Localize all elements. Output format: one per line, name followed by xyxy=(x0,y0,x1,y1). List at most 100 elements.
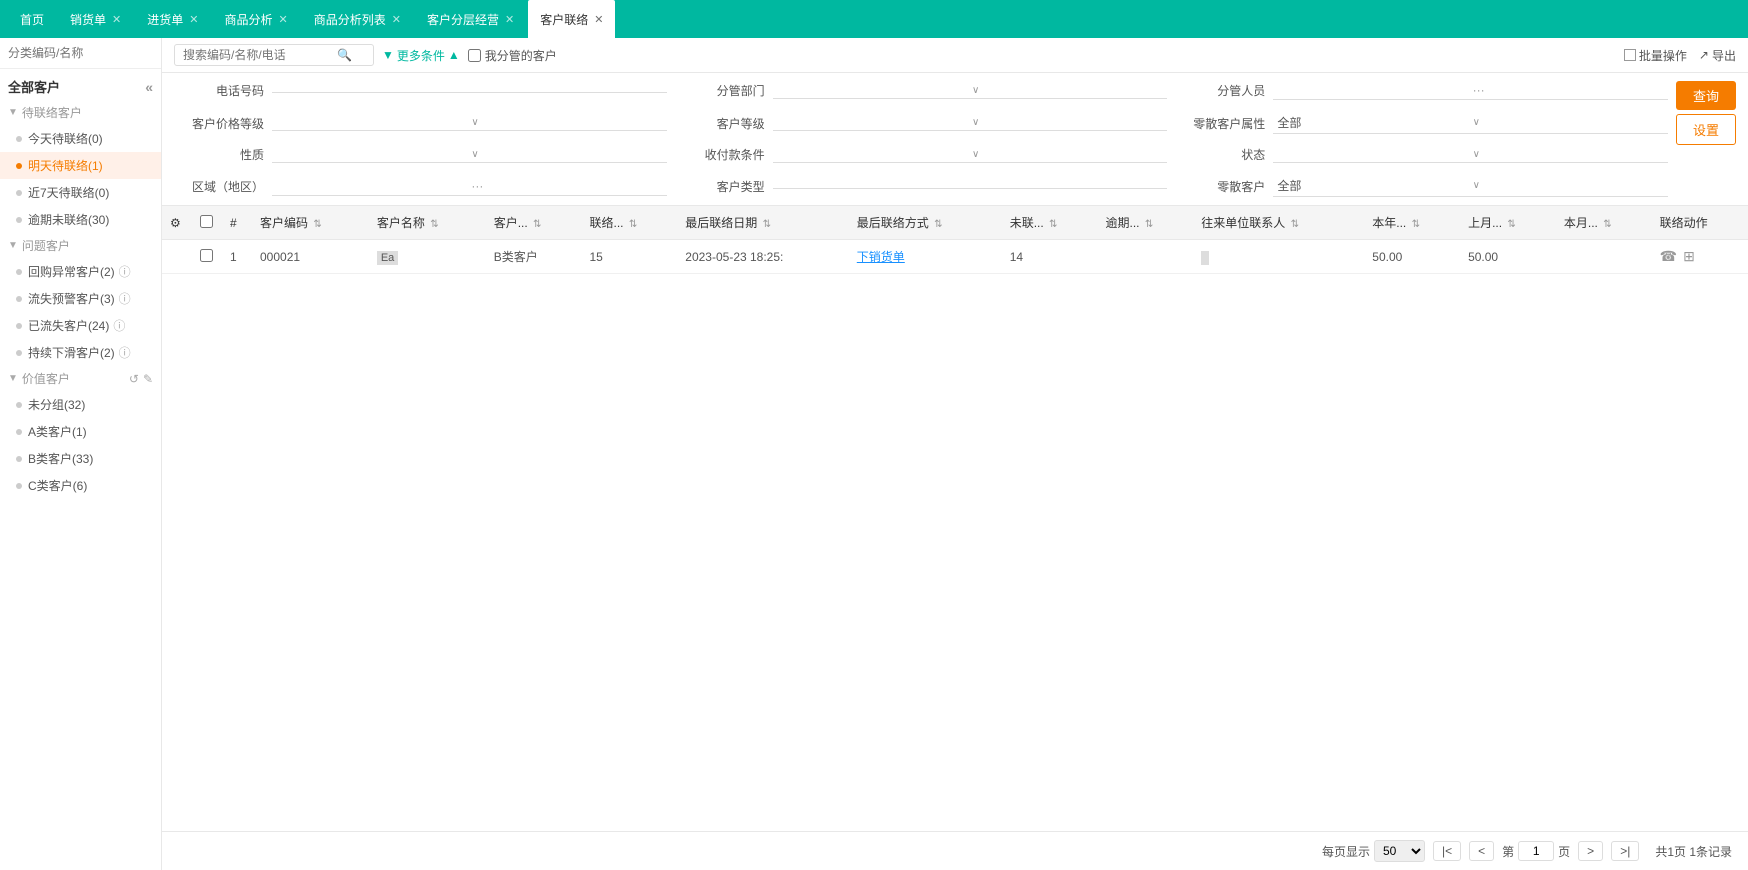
sidebar-search-input[interactable] xyxy=(8,46,162,60)
cell-settings xyxy=(162,240,192,274)
filter-customer-grade-label: 客户等级 xyxy=(675,115,765,132)
edit-icon[interactable]: ✎ xyxy=(143,372,153,386)
sort-icon: ⇅ xyxy=(1603,219,1611,230)
phone-icon[interactable]: ☎ xyxy=(1660,248,1677,265)
refresh-icon[interactable]: ↺ xyxy=(129,372,139,386)
cell-not-contacted: 14 xyxy=(1002,240,1098,274)
filter-person-field[interactable]: ··· xyxy=(1273,81,1668,100)
close-icon[interactable]: ✕ xyxy=(189,13,198,26)
export-button[interactable]: ↗ 导出 xyxy=(1699,47,1736,64)
sidebar-item-churned[interactable]: 已流失客户(24) ⓘ xyxy=(0,312,161,339)
sidebar-item-tomorrow[interactable]: 明天待联络(1) xyxy=(0,152,161,179)
more-filter-button[interactable]: ▼ 更多条件 ▲ xyxy=(382,47,460,64)
col-contacts[interactable]: 联络... ⇅ xyxy=(581,206,677,240)
col-this-year[interactable]: 本年... ⇅ xyxy=(1364,206,1460,240)
last-page-button[interactable]: >| xyxy=(1611,841,1639,861)
sort-icon: ⇅ xyxy=(430,219,438,230)
chevron-down-icon: ∨ xyxy=(972,117,1163,128)
col-last-date[interactable]: 最后联络日期 ⇅ xyxy=(677,206,849,240)
col-last-month[interactable]: 上月... ⇅ xyxy=(1460,206,1556,240)
search-icon[interactable]: 🔍 xyxy=(337,48,352,62)
filter-retail-attr-field[interactable]: 全部 ∨ xyxy=(1273,112,1668,134)
filter-row-1: 电话号码 分管部门 ∨ xyxy=(174,81,1668,100)
filter-price-grade-field[interactable]: ∨ xyxy=(272,115,667,131)
more-icon[interactable]: ··· xyxy=(471,179,662,193)
settings-button[interactable]: 设置 xyxy=(1676,114,1736,145)
filter-nature-label: 性质 xyxy=(174,146,264,163)
filter-customer-grade-field[interactable]: ∨ xyxy=(773,115,1168,131)
col-last-method[interactable]: 最后联络方式 ⇅ xyxy=(849,206,1002,240)
close-icon[interactable]: ✕ xyxy=(112,13,121,26)
filter-type-field[interactable] xyxy=(773,184,1168,189)
nav-home[interactable]: 首页 xyxy=(8,0,56,38)
cell-last-method[interactable]: 下销货单 xyxy=(849,240,1002,274)
sidebar-item-ungrouped[interactable]: 未分组(32) xyxy=(0,391,161,418)
nav-sales-order[interactable]: 销货单 ✕ xyxy=(58,0,133,38)
nav-product-analysis-list[interactable]: 商品分析列表 ✕ xyxy=(302,0,413,38)
col-settings[interactable]: ⚙ xyxy=(162,206,192,240)
prev-page-button[interactable]: < xyxy=(1469,841,1494,861)
close-icon[interactable]: ✕ xyxy=(505,13,514,26)
filter-region-field[interactable]: ··· xyxy=(272,177,667,196)
pagination: 每页显示 50 20 100 |< < 第 页 > >| 共1页 1条记录 xyxy=(162,831,1748,870)
next-page-button[interactable]: > xyxy=(1578,841,1603,861)
sidebar-item-7days[interactable]: 近7天待联络(0) xyxy=(0,179,161,206)
per-page-select[interactable]: 50 20 100 xyxy=(1374,840,1425,862)
filter-payment-label: 收付款条件 xyxy=(675,146,765,163)
cell-checkbox[interactable] xyxy=(192,240,222,274)
sidebar-item-declining[interactable]: 持续下滑客户(2) ⓘ xyxy=(0,339,161,366)
sidebar-item-churn-warning[interactable]: 流失预警客户(3) ⓘ xyxy=(0,285,161,312)
filter-payment-field[interactable]: ∨ xyxy=(773,147,1168,163)
sidebar-item-overdue[interactable]: 逾期未联络(30) xyxy=(0,206,161,233)
row-checkbox[interactable] xyxy=(200,249,213,262)
col-checkbox[interactable] xyxy=(192,206,222,240)
col-code[interactable]: 客户编码 ⇅ xyxy=(252,206,369,240)
all-customers-label[interactable]: 全部客户 xyxy=(8,77,60,96)
dot-icon xyxy=(16,402,22,408)
batch-operation-button[interactable]: 批量操作 xyxy=(1624,47,1687,64)
grid-icon[interactable]: ⊞ xyxy=(1683,248,1695,265)
close-icon[interactable]: ✕ xyxy=(392,13,401,26)
sidebar-item-abnormal[interactable]: 回购异常客户(2) ⓘ xyxy=(0,258,161,285)
my-customers-checkbox-label[interactable]: 我分管的客户 xyxy=(468,47,557,64)
close-icon[interactable]: ✕ xyxy=(594,13,603,26)
dot-icon xyxy=(16,323,22,329)
select-all-checkbox[interactable] xyxy=(200,215,213,228)
filter-nature-field[interactable]: ∨ xyxy=(272,147,667,163)
last-contact-method-link[interactable]: 下销货单 xyxy=(857,250,905,264)
filter-price-grade-section: 客户价格等级 ∨ xyxy=(174,115,667,132)
section-problem-title: ▼ 问题客户 xyxy=(0,233,161,258)
col-this-month[interactable]: 本月... ⇅ xyxy=(1556,206,1652,240)
sidebar-item-class-a[interactable]: A类客户(1) xyxy=(0,418,161,445)
col-company-contact[interactable]: 往来单位联系人 ⇅ xyxy=(1193,206,1364,240)
filter-customer-grade-section: 客户等级 ∨ xyxy=(675,115,1168,132)
sort-icon: ⇅ xyxy=(629,219,637,230)
nav-purchase-order[interactable]: 进货单 ✕ xyxy=(135,0,210,38)
filter-status-field[interactable]: ∨ xyxy=(1273,147,1668,163)
filter-row-4: 区域（地区） ··· 客户类型 xyxy=(174,175,1668,197)
col-overdue[interactable]: 逾期... ⇅ xyxy=(1098,206,1194,240)
col-name[interactable]: 客户名称 ⇅ xyxy=(369,206,486,240)
dot-icon xyxy=(16,483,22,489)
filter-dept-field[interactable]: ∨ xyxy=(773,83,1168,99)
more-icon[interactable]: ··· xyxy=(1473,83,1664,97)
nav-product-analysis[interactable]: 商品分析 ✕ xyxy=(212,0,299,38)
my-customers-checkbox[interactable] xyxy=(468,49,481,62)
query-button[interactable]: 查询 xyxy=(1676,81,1736,110)
filter-retail-field[interactable]: 全部 ∨ xyxy=(1273,175,1668,197)
search-input[interactable] xyxy=(183,48,333,62)
export-icon: ↗ xyxy=(1699,48,1709,62)
sidebar-item-class-c[interactable]: C类客户(6) xyxy=(0,472,161,499)
col-not-contacted[interactable]: 未联... ⇅ xyxy=(1002,206,1098,240)
col-type[interactable]: 客户... ⇅ xyxy=(486,206,582,240)
first-page-button[interactable]: |< xyxy=(1433,841,1461,861)
nav-customer-contact[interactable]: 客户联络 ✕ xyxy=(528,0,615,38)
nav-customer-tier[interactable]: 客户分层经营 ✕ xyxy=(415,0,526,38)
filter-phone-field[interactable] xyxy=(272,88,667,93)
sidebar-item-class-b[interactable]: B类客户(33) xyxy=(0,445,161,472)
collapse-icon[interactable]: « xyxy=(145,79,153,95)
close-icon[interactable]: ✕ xyxy=(279,13,288,26)
page-number-input[interactable] xyxy=(1518,841,1554,861)
sort-icon: ⇅ xyxy=(313,219,321,230)
sidebar-item-today[interactable]: 今天待联络(0) xyxy=(0,125,161,152)
